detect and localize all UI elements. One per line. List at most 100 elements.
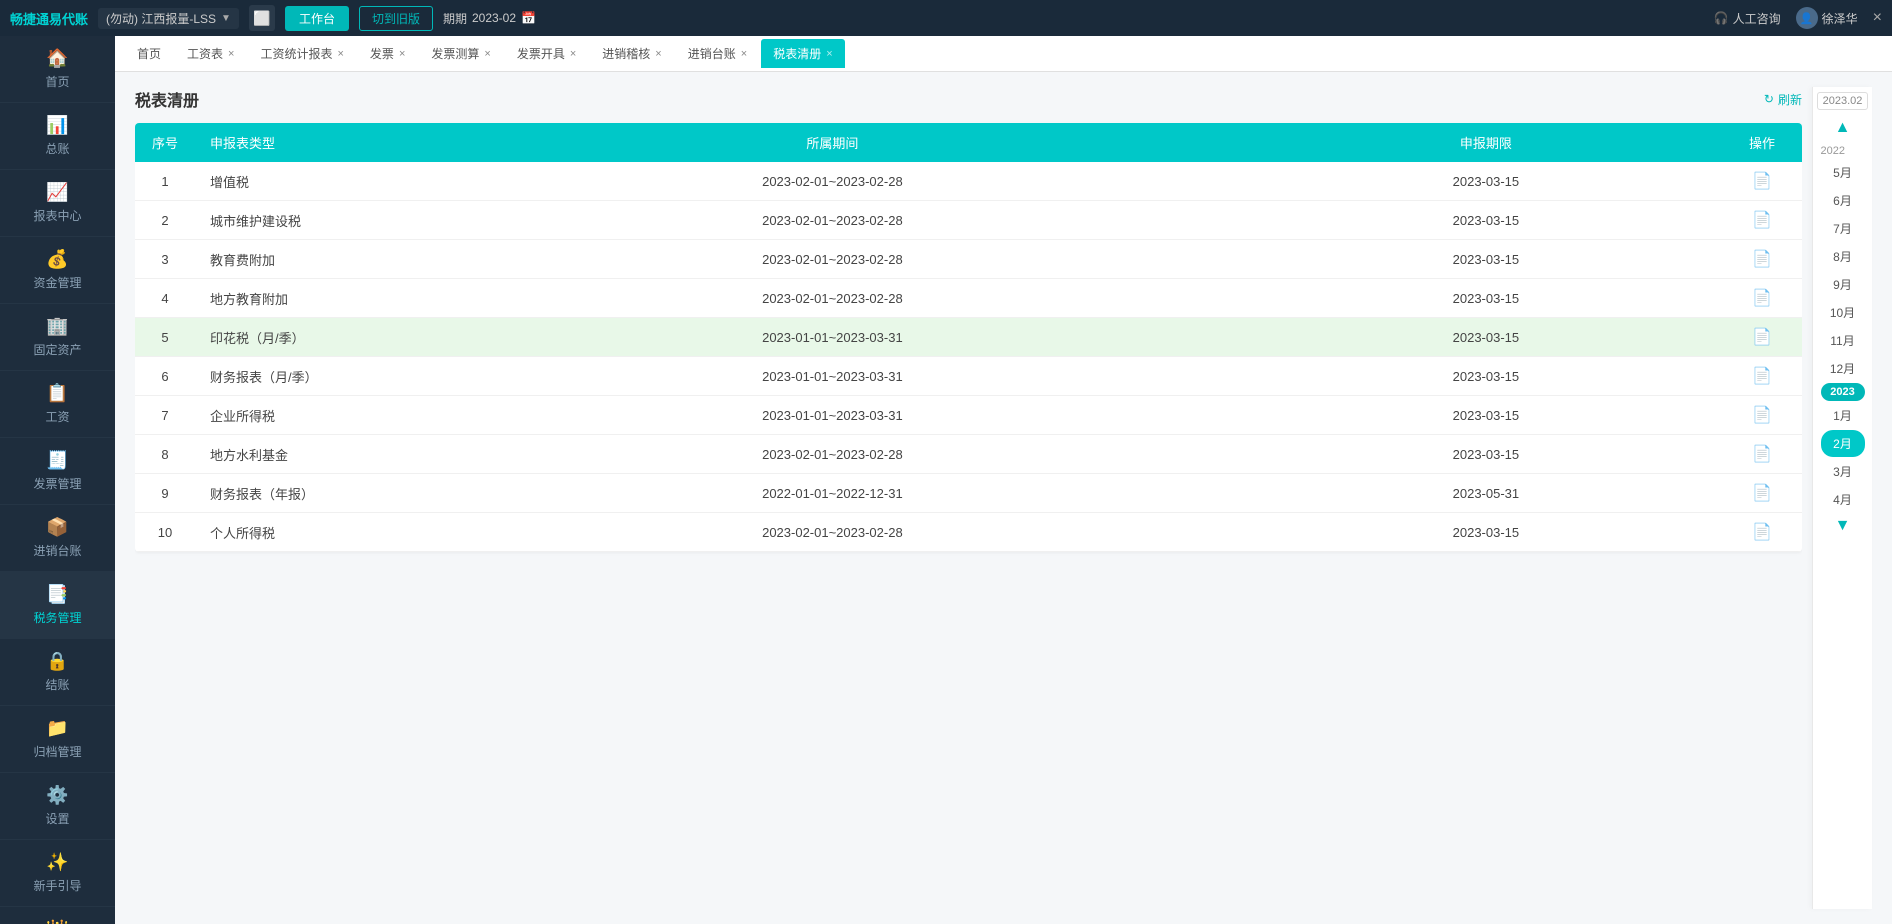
cell-action[interactable]: 📄 [1722, 279, 1802, 318]
timeline-month-item[interactable]: 10月 [1821, 299, 1865, 326]
timeline-month-item[interactable]: 12月 [1821, 355, 1865, 382]
timeline-month-item[interactable]: 9月 [1821, 271, 1865, 298]
cell-action[interactable]: 📄 [1722, 162, 1802, 201]
timeline-month-item[interactable]: 5月 [1821, 159, 1865, 186]
tab-close-icon[interactable]: × [826, 48, 832, 60]
cell-type: 印花税（月/季） [195, 318, 415, 357]
cell-action[interactable]: 📄 [1722, 201, 1802, 240]
timeline-content: 20225月6月7月8月9月10月11月12月20231月2月3月4月 [1821, 140, 1865, 514]
cell-action[interactable]: 📄 [1722, 513, 1802, 552]
timeline-month-item[interactable]: 7月 [1821, 215, 1865, 242]
tab-invoice-open[interactable]: 发票开具 × [505, 39, 588, 68]
sidebar-item-tax[interactable]: 📑 税务管理 [0, 572, 115, 639]
calendar-icon[interactable]: 📅 [521, 11, 536, 25]
main-layout: 🏠 首页 📊 总账 📈 报表中心 💰 资金管理 🏢 固定资产 📋 工资 🧾 发票… [0, 36, 1892, 924]
company-selector[interactable]: (勿动) 江西报量-LSS ▼ [98, 8, 239, 29]
tab-purchase-audit[interactable]: 进销稽核 × [590, 39, 673, 68]
sidebar-item-payroll[interactable]: 📋 工资 [0, 371, 115, 438]
cell-action[interactable]: 📄 [1722, 357, 1802, 396]
view-icon[interactable]: 📄 [1752, 251, 1772, 268]
sidebar-item-funds[interactable]: 💰 资金管理 [0, 237, 115, 304]
sidebar-item-invoice[interactable]: 🧾 发票管理 [0, 438, 115, 505]
cell-deadline: 2023-03-15 [1250, 201, 1722, 240]
timeline-month-item[interactable]: 8月 [1821, 243, 1865, 270]
guide-icon: ✨ [46, 852, 68, 873]
page-title: 税表清册 [135, 87, 199, 111]
view-icon[interactable]: 📄 [1752, 290, 1772, 307]
tab-home[interactable]: 首页 [125, 39, 173, 68]
tab-tax-register[interactable]: 税表清册 × [761, 39, 844, 68]
sidebar-item-archive[interactable]: 📁 归档管理 [0, 706, 115, 773]
cell-action[interactable]: 📄 [1722, 474, 1802, 513]
tab-payroll-table[interactable]: 工资表 × [175, 39, 246, 68]
view-icon[interactable]: 📄 [1752, 524, 1772, 541]
timeline-month-item[interactable]: 2月 [1821, 430, 1865, 457]
funds-icon: 💰 [46, 249, 68, 270]
timeline-month-item[interactable]: 1月 [1821, 402, 1865, 429]
company-name: (勿动) 江西报量-LSS [106, 10, 216, 27]
tab-close-icon[interactable]: × [655, 48, 661, 60]
sidebar-item-guide[interactable]: ✨ 新手引导 [0, 840, 115, 907]
tab-close-icon[interactable]: × [741, 48, 747, 60]
view-icon[interactable]: 📄 [1752, 173, 1772, 190]
cell-action[interactable]: 📄 [1722, 396, 1802, 435]
tab-close-icon[interactable]: × [484, 48, 490, 60]
cell-action[interactable]: 📄 [1722, 318, 1802, 357]
cell-seq: 9 [135, 474, 195, 513]
refresh-button[interactable]: ↻ 刷新 [1764, 91, 1802, 108]
sidebar-item-reports[interactable]: 📈 报表中心 [0, 170, 115, 237]
view-icon[interactable]: 📄 [1752, 329, 1772, 346]
col-action: 操作 [1722, 123, 1802, 162]
switch-old-button[interactable]: 切到旧版 [359, 6, 433, 31]
workspace-button[interactable]: 工作台 [285, 6, 349, 31]
table-body: 1 增值税 2023-02-01~2023-02-28 2023-03-15 📄… [135, 162, 1802, 552]
tab-invoice[interactable]: 发票 × [358, 39, 417, 68]
cell-action[interactable]: 📄 [1722, 435, 1802, 474]
ai-consultant[interactable]: 🎧 人工咨询 [1714, 10, 1781, 27]
view-icon[interactable]: 📄 [1752, 368, 1772, 385]
timeline-month-item[interactable]: 3月 [1821, 458, 1865, 485]
timeline-nav-down[interactable]: ▼ [1832, 514, 1854, 538]
user-profile[interactable]: 👤 徐泽华 [1796, 7, 1858, 29]
cell-action[interactable]: 📄 [1722, 240, 1802, 279]
timeline-month-item[interactable]: 6月 [1821, 187, 1865, 214]
view-icon[interactable]: 📄 [1752, 407, 1772, 424]
sidebar-item-purchase[interactable]: 📦 进销台账 [0, 505, 115, 572]
tab-close-icon[interactable]: × [337, 48, 343, 60]
tab-close-icon[interactable]: × [228, 48, 234, 60]
cell-period: 2023-01-01~2023-03-31 [415, 318, 1250, 357]
view-icon[interactable]: 📄 [1752, 212, 1772, 229]
copy-icon-btn[interactable]: ⬜ [249, 5, 275, 31]
close-icon[interactable]: × [1873, 9, 1882, 27]
timeline-month-item[interactable]: 4月 [1821, 486, 1865, 513]
top-bar-right: 🎧 人工咨询 👤 徐泽华 × [1714, 7, 1882, 29]
sidebar-item-settings[interactable]: ⚙️ 设置 [0, 773, 115, 840]
timeline-nav-up[interactable]: ▲ [1832, 116, 1854, 140]
tab-purchase-ledger[interactable]: 进销台账 × [676, 39, 759, 68]
sidebar-item-label: 发票管理 [33, 475, 81, 492]
timeline-panel: 2023.02 ▲ 20225月6月7月8月9月10月11月12月20231月2… [1812, 87, 1872, 909]
tab-close-icon[interactable]: × [570, 48, 576, 60]
sidebar-item-home[interactable]: 🏠 首页 [0, 36, 115, 103]
cell-deadline: 2023-05-31 [1250, 474, 1722, 513]
table-row: 8 地方水利基金 2023-02-01~2023-02-28 2023-03-1… [135, 435, 1802, 474]
tab-label: 税表清册 [773, 45, 821, 62]
sidebar-item-label: 资金管理 [33, 274, 81, 291]
sidebar-item-vip[interactable]: 👑 畅会员 [0, 907, 115, 924]
cell-type: 地方教育附加 [195, 279, 415, 318]
view-icon[interactable]: 📄 [1752, 485, 1772, 502]
timeline-month-item[interactable]: 11月 [1821, 327, 1865, 354]
timeline-year-badge: 2023 [1821, 383, 1865, 401]
table-row: 6 财务报表（月/季） 2023-01-01~2023-03-31 2023-0… [135, 357, 1802, 396]
tab-payroll-stats[interactable]: 工资统计报表 × [248, 39, 355, 68]
closing-icon: 🔒 [46, 651, 68, 672]
sidebar-item-assets[interactable]: 🏢 固定资产 [0, 304, 115, 371]
cell-period: 2023-02-01~2023-02-28 [415, 162, 1250, 201]
tab-invoice-calc[interactable]: 发票测算 × [419, 39, 502, 68]
sidebar-item-ledger[interactable]: 📊 总账 [0, 103, 115, 170]
tab-close-icon[interactable]: × [399, 48, 405, 60]
headset-icon: 🎧 [1714, 11, 1729, 25]
view-icon[interactable]: 📄 [1752, 446, 1772, 463]
sidebar-item-closing[interactable]: 🔒 结账 [0, 639, 115, 706]
refresh-icon: ↻ [1764, 92, 1774, 106]
